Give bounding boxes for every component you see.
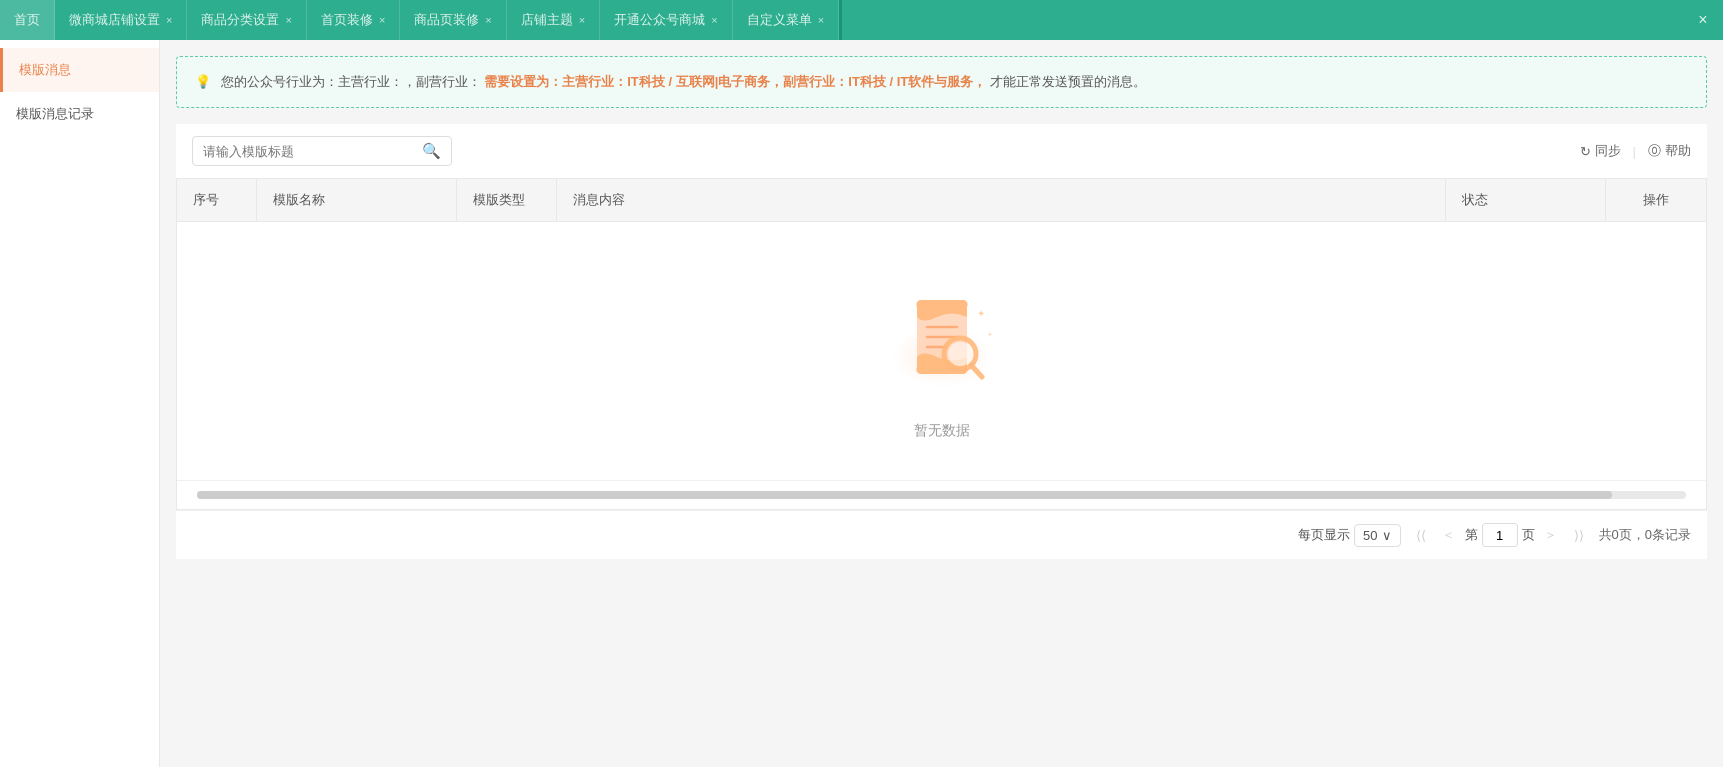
nav-tab-label: 微商城店铺设置	[69, 11, 160, 29]
sidebar-item-label: 模版消息	[19, 61, 71, 79]
notice-suffix: 才能正常发送预置的消息。	[990, 74, 1146, 89]
search-icon[interactable]: 🔍	[422, 142, 441, 160]
notice-highlight: 需要设置为：主营行业：IT科技 / 互联网|电子商务，副营行业：IT科技 / I…	[484, 74, 986, 89]
help-label: 帮助	[1665, 142, 1691, 160]
nav-tab-home[interactable]: 首页	[0, 0, 55, 40]
help-button[interactable]: ⓪ 帮助	[1648, 142, 1691, 160]
search-bar: 🔍 ↻ 同步 | ⓪ 帮助	[176, 124, 1707, 178]
toolbar-divider: |	[1633, 144, 1636, 159]
nav-tab-label: 商品分类设置	[201, 11, 279, 29]
page-number-input[interactable]	[1482, 523, 1518, 547]
last-page-button[interactable]: ⟩⟩	[1567, 523, 1591, 547]
svg-text:✦: ✦	[977, 308, 985, 319]
top-nav: 首页微商城店铺设置 ×商品分类设置 ×首页装修 ×商品页装修 ×店铺主题 ×开通…	[0, 0, 1723, 40]
page-input-wrap: 第 页	[1465, 523, 1535, 547]
th-status: 状态	[1446, 179, 1606, 221]
scrollbar-thumb	[197, 491, 1612, 499]
svg-text:✦: ✦	[987, 331, 993, 338]
nav-tab-close-icon[interactable]: ×	[485, 15, 491, 26]
nav-tab-template[interactable]: 公众号模版消息 ×	[839, 0, 841, 40]
sync-label: 同步	[1595, 142, 1621, 160]
nav-tab-label: 首页装修	[321, 11, 373, 29]
th-type: 模版类型	[457, 179, 557, 221]
empty-state: ✦ ✦ 暂无数据	[177, 222, 1706, 480]
sidebar: 模版消息模版消息记录	[0, 40, 160, 767]
nav-tab-close-icon[interactable]: ×	[711, 15, 717, 26]
page-nav: ⟨⟨ ＜ 第 页 ＞ ⟩⟩	[1409, 523, 1591, 547]
search-input[interactable]	[203, 144, 422, 159]
sync-button[interactable]: ↻ 同步	[1580, 142, 1621, 160]
page-label-suffix: 页	[1522, 526, 1535, 544]
nav-tab-close-icon[interactable]: ×	[818, 15, 824, 26]
empty-text: 暂无数据	[914, 422, 970, 440]
table-header: 序号 模版名称 模版类型 消息内容 状态 操作	[177, 179, 1706, 222]
nav-tab-weshop[interactable]: 微商城店铺设置 ×	[55, 0, 187, 40]
content-area: 💡 您的公众号行业为：主营行业：，副营行业： 需要设置为：主营行业：IT科技 /…	[160, 40, 1723, 767]
nav-tab-label: 店铺主题	[521, 11, 573, 29]
nav-tab-category[interactable]: 商品分类设置 ×	[187, 0, 306, 40]
th-action: 操作	[1606, 179, 1706, 221]
sidebar-item-label: 模版消息记录	[16, 105, 94, 123]
total-info: 共0页，0条记录	[1599, 526, 1691, 544]
nav-tab-close-icon[interactable]: ×	[379, 15, 385, 26]
nav-tab-theme[interactable]: 店铺主题 ×	[507, 0, 600, 40]
page-size-value: 50	[1363, 528, 1377, 543]
notice-box: 💡 您的公众号行业为：主营行业：，副营行业： 需要设置为：主营行业：IT科技 /…	[176, 56, 1707, 108]
first-page-button[interactable]: ⟨⟨	[1409, 523, 1433, 547]
nav-tab-homepage[interactable]: 首页装修 ×	[307, 0, 400, 40]
page-size-label: 每页显示	[1298, 526, 1350, 544]
scrollbar-hint[interactable]	[177, 480, 1706, 509]
nav-tab-menu[interactable]: 自定义菜单 ×	[733, 0, 839, 40]
sidebar-item-template-log[interactable]: 模版消息记录	[0, 92, 159, 136]
nav-tab-label: 商品页装修	[414, 11, 479, 29]
close-all-button[interactable]: ×	[1683, 0, 1723, 40]
nav-tab-close-icon[interactable]: ×	[579, 15, 585, 26]
toolbar-right: ↻ 同步 | ⓪ 帮助	[1580, 142, 1691, 160]
th-name: 模版名称	[257, 179, 457, 221]
pagination: 每页显示 50 ∨ ⟨⟨ ＜ 第 页 ＞ ⟩⟩ 共0页，0条记录	[176, 510, 1707, 559]
nav-tab-product[interactable]: 商品页装修 ×	[400, 0, 506, 40]
next-page-button[interactable]: ＞	[1539, 523, 1563, 547]
page-label-prefix: 第	[1465, 526, 1478, 544]
th-seq: 序号	[177, 179, 257, 221]
nav-tab-label: 自定义菜单	[747, 11, 812, 29]
nav-tab-close-icon[interactable]: ×	[166, 15, 172, 26]
help-icon: ⓪	[1648, 142, 1661, 160]
nav-tab-close-icon[interactable]: ×	[285, 15, 291, 26]
page-size-select: 每页显示 50 ∨	[1298, 524, 1400, 547]
nav-tab-mall[interactable]: 开通公众号商城 ×	[600, 0, 732, 40]
notice-icon: 💡	[195, 74, 211, 89]
search-input-wrap[interactable]: 🔍	[192, 136, 452, 166]
prev-page-button[interactable]: ＜	[1437, 523, 1461, 547]
page-size-dropdown[interactable]: 50 ∨	[1354, 524, 1400, 547]
sync-icon: ↻	[1580, 144, 1591, 159]
nav-tab-label: 首页	[14, 11, 40, 29]
notice-prefix: 您的公众号行业为：主营行业：，副营行业：	[221, 74, 481, 89]
table-wrap: 序号 模版名称 模版类型 消息内容 状态 操作	[176, 178, 1707, 510]
sidebar-item-template-msg[interactable]: 模版消息	[0, 48, 159, 92]
empty-icon: ✦ ✦	[882, 282, 1002, 402]
main-layout: 模版消息模版消息记录 💡 您的公众号行业为：主营行业：，副营行业： 需要设置为：…	[0, 40, 1723, 767]
scrollbar-track[interactable]	[197, 491, 1686, 499]
chevron-down-icon: ∨	[1382, 528, 1392, 543]
nav-tab-label: 开通公众号商城	[614, 11, 705, 29]
svg-point-5	[948, 342, 972, 366]
th-content: 消息内容	[557, 179, 1446, 221]
